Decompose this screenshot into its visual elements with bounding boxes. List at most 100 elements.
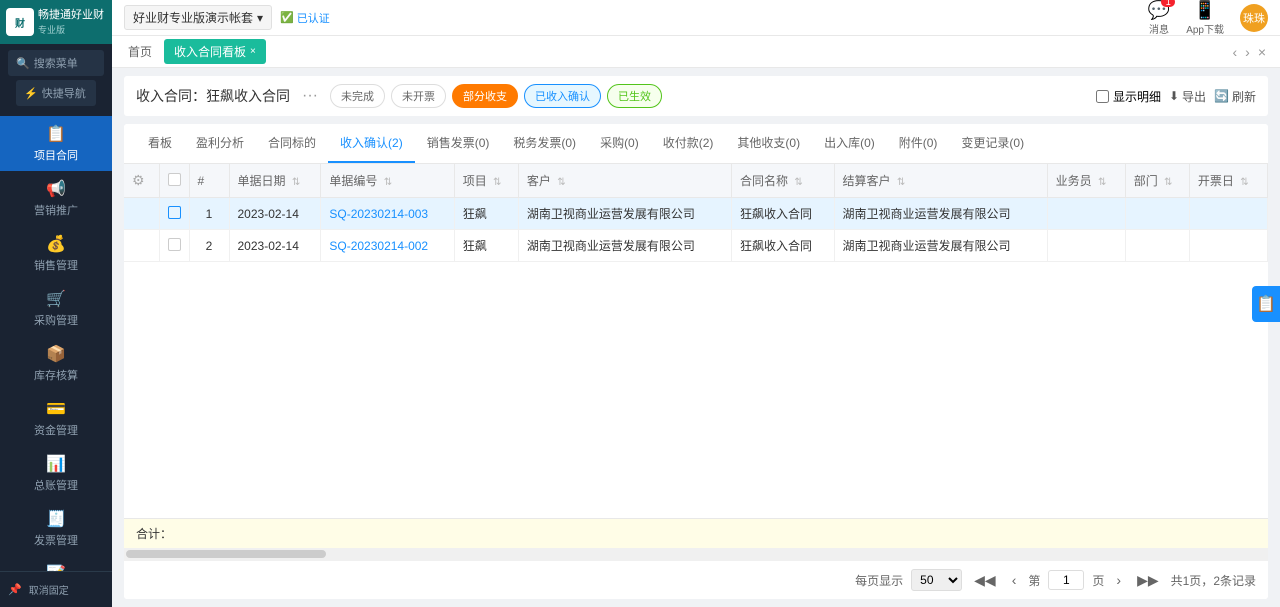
tab-other-income[interactable]: 其他收支(0) (725, 124, 812, 163)
more-options-button[interactable]: ··· (302, 87, 318, 105)
col-header-bill-no[interactable]: 单据编号 ⇅ (321, 164, 454, 198)
contract-header: 收入合同：狂飙收入合同 ··· 未完成 未开票 部分收支 已收入确认 已生效 显… (124, 76, 1268, 116)
sidebar-item-sales[interactable]: 💰 销售管理 (0, 226, 112, 281)
sidebar-item-finance[interactable]: 💳 资金管理 (0, 391, 112, 446)
row-customer-2: 湖南卫视商业运营发展有限公司 (518, 230, 731, 262)
col-header-salesperson[interactable]: 业务员 ⇅ (1047, 164, 1125, 198)
tab-dashboard[interactable]: 看板 (136, 124, 184, 163)
app-download-button[interactable]: 📱 App下载 (1186, 0, 1224, 36)
sidebar-item-marketing[interactable]: 📢 营销推广 (0, 171, 112, 226)
sidebar-bottom: 📌 取消固定 (0, 571, 112, 607)
tab-close-all-button[interactable]: × (1256, 42, 1268, 62)
select-all-checkbox[interactable] (168, 173, 181, 186)
search-menu-button[interactable]: 🔍 搜索菜单 (8, 50, 104, 76)
bill-no-link-2[interactable]: SQ-20230214-002 (329, 239, 428, 253)
page-label-post: 页 (1092, 572, 1104, 589)
col-header-bill-date2[interactable]: 开票日 ⇅ (1189, 164, 1267, 198)
quick-nav-button[interactable]: ⚡ 快捷导航 (16, 80, 96, 106)
sidebar-item-ledger[interactable]: 📊 总账管理 (0, 446, 112, 501)
col-header-project[interactable]: 项目 ⇅ (454, 164, 518, 198)
status-effective[interactable]: 已生效 (607, 84, 662, 108)
side-panel-icon[interactable]: 📋 (1256, 294, 1276, 314)
status-income-confirmed[interactable]: 已收入确认 (524, 84, 601, 108)
ledger-icon: 📊 (46, 454, 66, 474)
col-header-date[interactable]: 单据日期 ⇅ (229, 164, 321, 198)
export-button[interactable]: ⬇ 导出 (1169, 88, 1206, 105)
purchase-icon: 🛒 (46, 289, 66, 309)
active-tab-income-contract[interactable]: 收入合同看板 × (164, 39, 266, 64)
main-panel: 看板 盈利分析 合同标的 收入确认(2) 销售发票(0) 税务发票(0) 采购(… (124, 124, 1268, 599)
table-row[interactable]: 1 2023-02-14 SQ-20230214-003 狂飙 湖南卫视商业运营… (124, 198, 1268, 230)
row-sales-2 (1047, 230, 1125, 262)
status-buttons: 未完成 未开票 部分收支 已收入确认 已生效 (330, 84, 662, 108)
sidebar-item-invoice[interactable]: 🧾 发票管理 (0, 501, 112, 556)
tab-contract-standard[interactable]: 合同标的 (256, 124, 328, 163)
last-page-button[interactable]: ▶▶ (1133, 570, 1163, 591)
row-date-1: 2023-02-14 (229, 198, 321, 230)
sidebar-item-inventory[interactable]: 📦 库存核算 (0, 336, 112, 391)
col-header-dept[interactable]: 部门 ⇅ (1125, 164, 1189, 198)
horizontal-scrollbar[interactable] (124, 548, 1268, 560)
row-gear-1 (124, 198, 159, 230)
row-check-1[interactable] (159, 198, 189, 230)
company-selector[interactable]: 好业财专业版演示帐套 ▾ (124, 5, 272, 30)
row-gear-2 (124, 230, 159, 262)
topbar-right: 💬 1 消息 📱 App下载 珠珠 (1148, 0, 1268, 36)
tab-profit[interactable]: 盈利分析 (184, 124, 256, 163)
next-page-button[interactable]: › (1112, 570, 1125, 590)
export-icon: ⬇ (1169, 89, 1179, 103)
bill-no-link-1[interactable]: SQ-20230214-003 (329, 207, 428, 221)
tab-income-confirm[interactable]: 收入确认(2) (328, 124, 415, 163)
home-tab[interactable]: 首页 (124, 43, 156, 60)
row-bill-date2-2 (1189, 230, 1267, 262)
sidebar-item-tax[interactable]: 📝 税务管理 (0, 556, 112, 571)
content-area: 收入合同：狂飙收入合同 ··· 未完成 未开票 部分收支 已收入确认 已生效 显… (112, 68, 1280, 607)
status-not-complete[interactable]: 未完成 (330, 84, 385, 108)
quick-nav-icon: ⚡ (24, 87, 38, 100)
tab-attachments[interactable]: 附件(0) (887, 124, 950, 163)
row-num-2: 2 (189, 230, 229, 262)
settings-icon[interactable]: ⚙ (132, 172, 145, 188)
row-project-1: 狂飙 (454, 198, 518, 230)
sidebar-item-purchase[interactable]: 🛒 采购管理 (0, 281, 112, 336)
prev-page-button[interactable]: ‹ (1008, 570, 1021, 590)
tab-sales-invoice[interactable]: 销售发票(0) (415, 124, 502, 163)
table-row[interactable]: 2 2023-02-14 SQ-20230214-002 狂飙 湖南卫视商业运营… (124, 230, 1268, 262)
status-not-invoiced[interactable]: 未开票 (391, 84, 446, 108)
tax-icon: 📝 (46, 564, 66, 571)
row-bill-no-2[interactable]: SQ-20230214-002 (321, 230, 454, 262)
message-button[interactable]: 💬 1 消息 (1148, 0, 1170, 36)
user-avatar[interactable]: 珠珠 (1240, 4, 1268, 32)
scroll-thumb[interactable] (126, 550, 326, 558)
col-header-contract-name[interactable]: 合同名称 ⇅ (732, 164, 835, 198)
page-number-input[interactable] (1048, 570, 1084, 590)
tab-warehouse[interactable]: 出入库(0) (812, 124, 887, 163)
show-detail-checkbox[interactable]: 显示明细 (1096, 88, 1161, 105)
tab-payment[interactable]: 收付款(2) (651, 124, 726, 163)
logo-icon: 财 (6, 8, 34, 36)
page-size-select[interactable]: 50100 (911, 569, 962, 591)
sort-sales-icon: ⇅ (1098, 177, 1106, 188)
tab-next-button[interactable]: › (1243, 42, 1252, 62)
detail-checkbox-input[interactable] (1096, 90, 1109, 103)
tab-nav-controls: ‹ › × (1230, 42, 1268, 62)
tab-change-log[interactable]: 变更记录(0) (949, 124, 1036, 163)
row-contract-name-2: 狂飙收入合同 (732, 230, 835, 262)
col-header-customer[interactable]: 客户 ⇅ (518, 164, 731, 198)
col-header-contract-customer[interactable]: 结算客户 ⇅ (834, 164, 1047, 198)
sidebar-item-project-contract[interactable]: 📋 项目合同 (0, 116, 112, 171)
tab-tax-invoice[interactable]: 税务发票(0) (501, 124, 588, 163)
refresh-button[interactable]: 🔄 刷新 (1214, 88, 1256, 105)
tab-purchase[interactable]: 采购(0) (588, 124, 651, 163)
unpin-button[interactable]: 📌 取消固定 (0, 576, 112, 603)
status-partial-payment[interactable]: 部分收支 (452, 84, 518, 108)
col-header-check (159, 164, 189, 198)
row-check-2[interactable] (159, 230, 189, 262)
tab-close-icon[interactable]: × (250, 46, 256, 57)
tab-prev-button[interactable]: ‹ (1230, 42, 1239, 62)
row-num-1: 1 (189, 198, 229, 230)
summary-row: 合计： (124, 518, 1268, 548)
sort-customer-icon: ⇅ (557, 177, 565, 188)
row-bill-no-1[interactable]: SQ-20230214-003 (321, 198, 454, 230)
first-page-button[interactable]: ◀◀ (970, 570, 1000, 591)
